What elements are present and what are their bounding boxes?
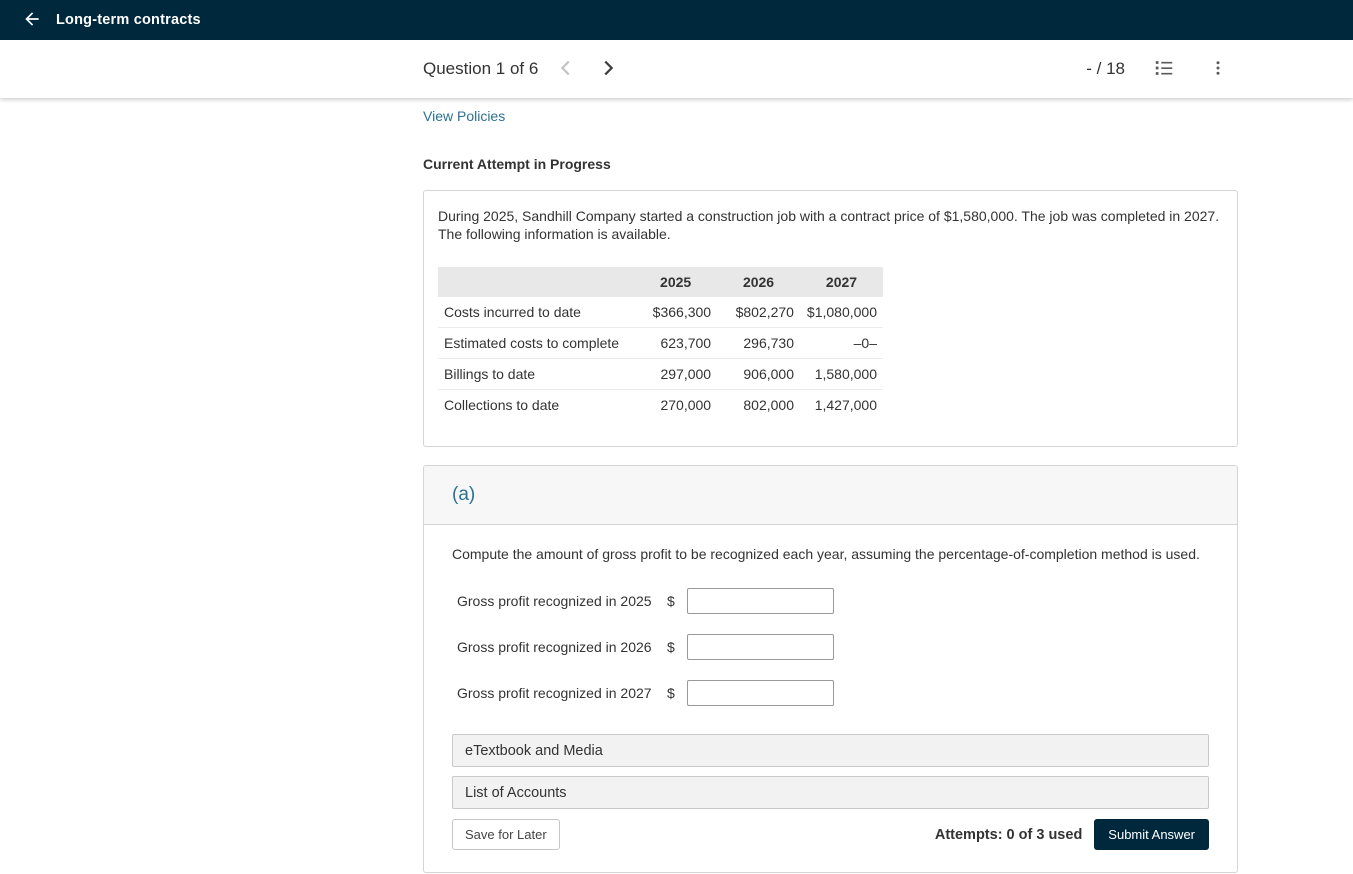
row-value: 296,730 <box>717 327 800 359</box>
list-of-accounts-label: List of Accounts <box>465 784 567 801</box>
gross-profit-2025-input[interactable] <box>686 588 834 614</box>
question-content: View Policies Current Attempt in Progres… <box>423 98 1238 874</box>
row-label: Collections to date <box>444 397 560 413</box>
save-for-later-button[interactable]: Save for Later <box>452 819 560 850</box>
ordered-list-icon <box>1153 57 1175 82</box>
row-value: 802,000 <box>743 397 794 413</box>
question-score: - / 18 <box>1086 59 1125 78</box>
row-value: 623,700 <box>634 327 718 359</box>
field-label: Gross profit recognized in 2027 <box>457 685 652 701</box>
next-question-button[interactable] <box>594 55 622 83</box>
chevron-left-icon <box>555 57 577 82</box>
problem-statement: During 2025, Sandhill Company started a … <box>438 208 1220 242</box>
etextbook-media-expander[interactable]: eTextbook and Media <box>452 734 1209 767</box>
dollar-sign: $ <box>667 639 675 655</box>
row-label: Billings to date <box>438 358 635 390</box>
table-header-2026: 2026 <box>717 267 800 297</box>
part-a-label: (a) <box>452 484 476 505</box>
row-value: $1,080,000 <box>799 297 883 328</box>
row-value: –0– <box>799 327 883 359</box>
row-label: Estimated costs to complete <box>438 327 635 359</box>
row-value: 906,000 <box>717 358 800 390</box>
table-row: Estimated costs to complete 623,700 296,… <box>438 327 883 359</box>
gross-profit-2026-input[interactable] <box>686 634 834 660</box>
field-label: Gross profit recognized in 2026 <box>457 639 652 655</box>
list-of-accounts-expander[interactable]: List of Accounts <box>452 776 1209 809</box>
table-header-2025: 2025 <box>634 267 718 297</box>
app-bar: Long-term contracts <box>0 0 1353 40</box>
gross-profit-2027-row: Gross profit recognized in 2027 $ <box>452 680 1209 706</box>
field-label: Gross profit recognized in 2025 <box>457 593 652 609</box>
table-header-blank <box>438 267 635 297</box>
table-row: Billings to date 297,000 906,000 1,580,0… <box>438 358 883 390</box>
back-button[interactable] <box>16 4 48 36</box>
row-value: 1,580,000 <box>799 358 883 390</box>
table-row: Collections to date 270,000 802,000 1,42… <box>438 390 883 421</box>
gross-profit-2026-row: Gross profit recognized in 2026 $ <box>452 634 1209 660</box>
row-value: $366,300 <box>634 297 718 328</box>
row-value: 1,427,000 <box>814 397 877 413</box>
gross-profit-2025-row: Gross profit recognized in 2025 $ <box>452 588 1209 614</box>
row-label: Costs incurred to date <box>438 297 635 328</box>
row-value: 270,000 <box>660 397 712 413</box>
part-a-footer: Save for Later Attempts: 0 of 3 used Sub… <box>452 819 1209 850</box>
contract-data-table: 2025 2026 2027 Costs incurred to date $3… <box>438 267 883 420</box>
part-a-header: (a) <box>424 466 1237 525</box>
table-header-row: 2025 2026 2027 <box>438 267 883 297</box>
part-a-card: (a) Compute the amount of gross profit t… <box>423 465 1238 873</box>
question-list-button[interactable] <box>1149 54 1179 84</box>
current-attempt-heading: Current Attempt in Progress <box>423 156 611 172</box>
problem-card: During 2025, Sandhill Company started a … <box>423 190 1238 447</box>
attempts-counter: Attempts: 0 of 3 used <box>934 826 1083 843</box>
dollar-sign: $ <box>667 593 675 609</box>
arrow-left-icon <box>22 9 42 32</box>
table-header-2027: 2027 <box>799 267 883 297</box>
chevron-right-icon <box>597 57 619 82</box>
dollar-sign: $ <box>667 685 675 701</box>
question-toolbar: Question 1 of 6 - / 18 <box>0 40 1353 98</box>
row-value: $802,270 <box>717 297 800 328</box>
view-policies-link[interactable]: View Policies <box>423 108 505 124</box>
question-counter: Question 1 of 6 <box>423 59 539 78</box>
more-options-button[interactable] <box>1203 54 1233 84</box>
assignment-title: Long-term contracts <box>56 12 201 28</box>
kebab-menu-icon <box>1209 59 1227 80</box>
etextbook-media-label: eTextbook and Media <box>465 742 603 759</box>
previous-question-button[interactable] <box>552 55 580 83</box>
part-a-instruction: Compute the amount of gross profit to be… <box>452 546 1200 562</box>
table-row: Costs incurred to date $366,300 $802,270… <box>438 297 883 328</box>
row-value: 297,000 <box>634 358 718 390</box>
gross-profit-2027-input[interactable] <box>686 680 834 706</box>
submit-answer-button[interactable]: Submit Answer <box>1094 819 1209 850</box>
